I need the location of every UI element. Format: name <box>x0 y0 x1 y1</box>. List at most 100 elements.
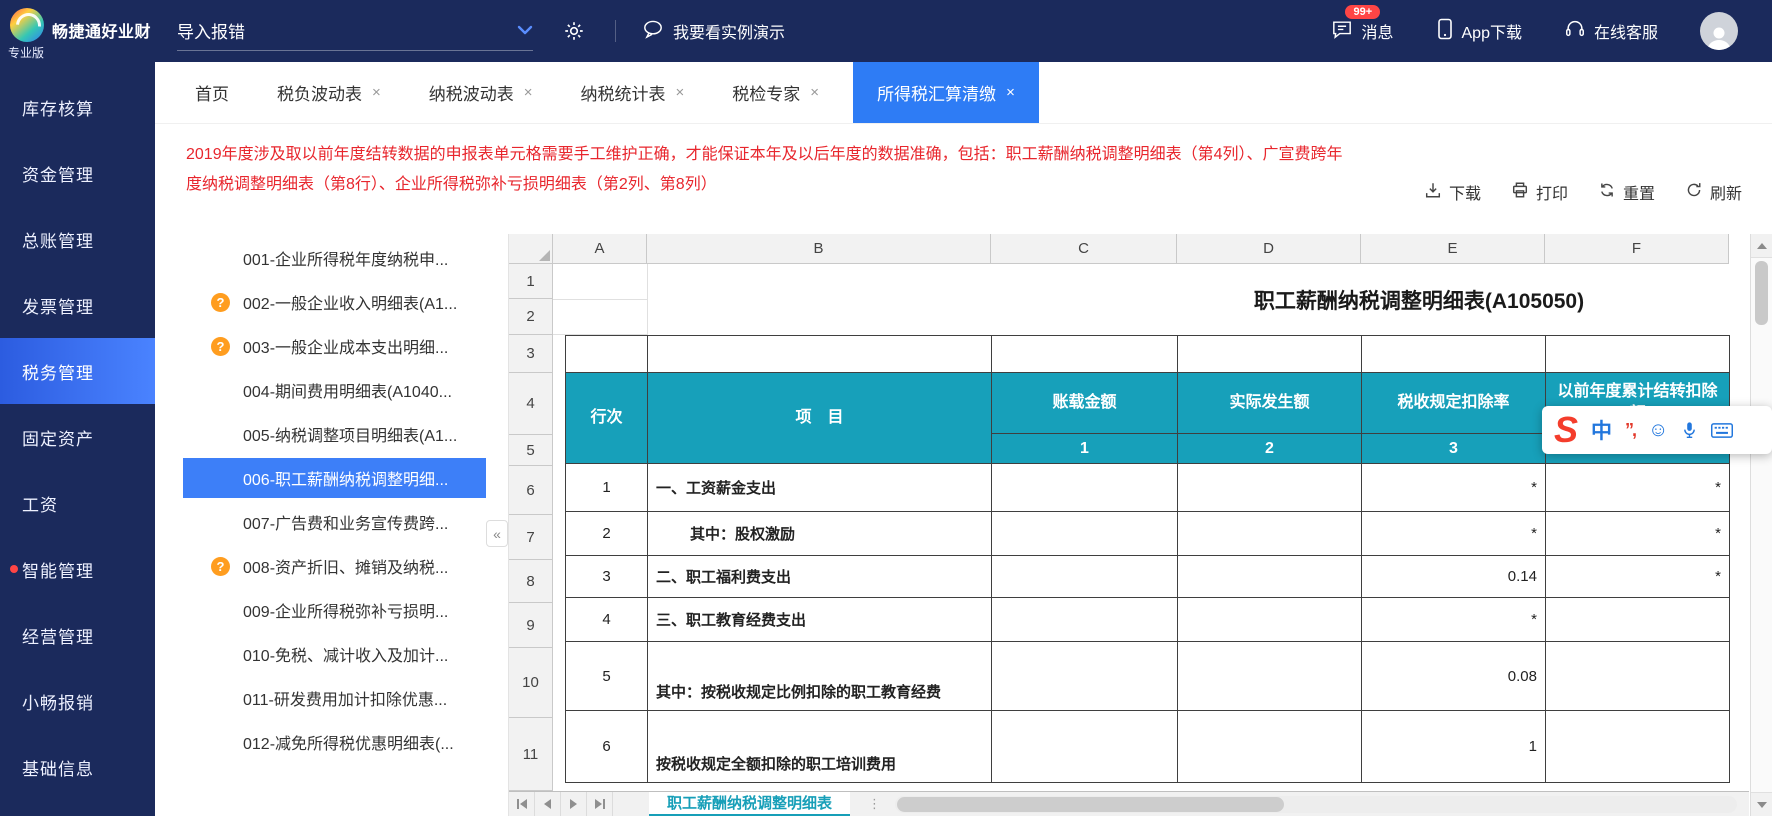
tab-tax-statistics[interactable]: 纳税统计表 × <box>567 62 699 123</box>
demo-link[interactable]: 我要看实例演示 <box>642 19 785 44</box>
tab-home[interactable]: 首页 <box>181 62 243 123</box>
cell[interactable] <box>1177 710 1362 783</box>
row-header-7[interactable]: 7 <box>509 515 553 560</box>
report-item-007[interactable]: 007-广告费和业务宣传费跨... <box>155 500 508 544</box>
row-header-3[interactable]: 3 <box>509 335 553 373</box>
row-header-5[interactable]: 5 <box>509 435 553 466</box>
cell[interactable] <box>991 641 1178 711</box>
tab-income-tax-settlement[interactable]: 所得税汇算清缴 × <box>853 62 1039 123</box>
cell[interactable] <box>991 597 1178 642</box>
collapse-panel-button[interactable]: « <box>486 520 508 547</box>
row-header-4[interactable]: 4 <box>509 373 553 435</box>
ime-chinese-mode-icon[interactable]: 中 <box>1591 415 1612 445</box>
scroll-down-button[interactable] <box>1751 792 1772 816</box>
ime-mic-icon[interactable] <box>1681 421 1698 440</box>
cell-value[interactable]: * <box>1361 511 1546 556</box>
vertical-scrollbar[interactable] <box>1750 234 1772 816</box>
close-icon[interactable]: × <box>676 84 685 101</box>
close-icon[interactable]: × <box>372 84 381 101</box>
report-item-002[interactable]: ? 002-一般企业收入明细表(A1... <box>155 280 508 324</box>
header-cell-row-no[interactable]: 行次 <box>565 372 648 464</box>
cell-row-no[interactable]: 2 <box>565 511 648 556</box>
report-item-001[interactable]: 001-企业所得税年度纳税申... <box>155 236 508 280</box>
subheader-cell[interactable]: 1 <box>991 433 1178 464</box>
tab-tax-inspection-expert[interactable]: 税检专家 × <box>718 62 833 123</box>
sidebar-item-tax-management[interactable]: 税务管理 <box>0 338 155 404</box>
horizontal-scrollbar[interactable] <box>895 795 1737 813</box>
cell[interactable] <box>1177 597 1362 642</box>
column-header-b[interactable]: B <box>647 234 991 264</box>
help-icon[interactable]: ? <box>211 556 230 576</box>
sheet-nav-first-button[interactable] <box>509 792 535 816</box>
sidebar-item-invoice-management[interactable]: 发票管理 <box>0 272 155 338</box>
horizontal-scrollbar-thumb[interactable] <box>897 796 1285 812</box>
close-icon[interactable]: × <box>524 84 533 101</box>
print-button[interactable]: 打印 <box>1511 180 1568 204</box>
cell[interactable] <box>1545 335 1730 373</box>
messages-button[interactable]: 99+ 消息 <box>1331 4 1394 44</box>
report-item-004[interactable]: 004-期间费用明细表(A1040... <box>155 368 508 412</box>
cell[interactable] <box>1177 511 1362 556</box>
cell[interactable] <box>991 335 1178 373</box>
reset-button[interactable]: 重置 <box>1598 180 1655 204</box>
report-item-012[interactable]: 012-减免所得税优惠明细表(... <box>155 720 508 764</box>
report-item-010[interactable]: 010-免税、减计收入及加计... <box>155 632 508 676</box>
close-icon[interactable]: × <box>1006 84 1015 101</box>
select-all-corner[interactable] <box>509 234 553 264</box>
cell[interactable] <box>991 511 1178 556</box>
header-cell-actual-amount[interactable]: 实际发生额 <box>1177 372 1362 434</box>
cell-value[interactable]: * <box>1545 511 1730 556</box>
cell[interactable] <box>991 463 1178 512</box>
sidebar-item-general-ledger[interactable]: 总账管理 <box>0 206 155 272</box>
row-header-6[interactable]: 6 <box>509 466 553 515</box>
header-cell-book-amount[interactable]: 账载金额 <box>991 372 1178 434</box>
splitter-handle-icon[interactable]: ⋮ <box>868 796 881 812</box>
subheader-cell[interactable]: 2 <box>1177 433 1362 464</box>
cell-value[interactable] <box>1545 641 1730 711</box>
cell[interactable] <box>647 335 992 373</box>
sidebar-item-expense-reimbursement[interactable]: 小畅报销 <box>0 668 155 734</box>
column-header-d[interactable]: D <box>1177 234 1361 264</box>
close-icon[interactable]: × <box>810 84 819 101</box>
report-item-008[interactable]: ? 008-资产折旧、摊销及纳税... <box>155 544 508 588</box>
row-header-8[interactable]: 8 <box>509 560 553 603</box>
sheet-title[interactable]: 职工薪酬纳税调整明细表(A105050) <box>1109 266 1729 334</box>
cell-row-no[interactable]: 6 <box>565 710 648 783</box>
report-item-009[interactable]: 009-企业所得税弥补亏损明... <box>155 588 508 632</box>
cell-row-no[interactable]: 1 <box>565 463 648 512</box>
row-header-10[interactable]: 10 <box>509 648 553 718</box>
sidebar-item-payroll[interactable]: 工资 <box>0 470 155 536</box>
cell-item[interactable]: 三、职工教育经费支出 <box>647 597 992 642</box>
cell-value[interactable]: * <box>1361 463 1546 512</box>
import-error-dropdown[interactable]: 导入报错 <box>177 11 533 51</box>
tab-tax-burden-fluctuation[interactable]: 税负波动表 × <box>263 62 395 123</box>
cell-item[interactable]: 一、工资薪金支出 <box>647 463 992 512</box>
online-service-button[interactable]: 在线客服 <box>1564 18 1658 44</box>
ime-keyboard-icon[interactable] <box>1711 422 1734 438</box>
row-header-11[interactable]: 11 <box>509 718 553 791</box>
scroll-up-button[interactable] <box>1751 234 1772 258</box>
report-item-006[interactable]: 006-职工薪酬纳税调整明细... <box>155 456 508 500</box>
cell-value[interactable]: 1 <box>1361 710 1546 783</box>
row-header-1[interactable]: 1 <box>509 264 553 299</box>
sidebar-item-funds-management[interactable]: 资金管理 <box>0 140 155 206</box>
cell-value[interactable]: * <box>1361 597 1546 642</box>
cell[interactable] <box>1177 641 1362 711</box>
cell-row-no[interactable]: 4 <box>565 597 648 642</box>
help-icon[interactable]: ? <box>211 292 230 312</box>
header-cell-deduction-rate[interactable]: 税收规定扣除率 <box>1361 372 1546 434</box>
download-button[interactable]: 下载 <box>1424 180 1481 204</box>
tab-tax-payment-fluctuation[interactable]: 纳税波动表 × <box>415 62 547 123</box>
cell[interactable] <box>1177 335 1362 373</box>
cell-value[interactable] <box>1545 710 1730 783</box>
sidebar-item-smart-management[interactable]: 智能管理 <box>0 536 155 602</box>
cell-item[interactable]: 按税收规定全额扣除的职工培训费用 <box>647 710 992 783</box>
vertical-scrollbar-thumb[interactable] <box>1755 261 1768 325</box>
report-item-011[interactable]: 011-研发费用加计扣除优惠... <box>155 676 508 720</box>
cell-item[interactable]: 其中：按税收规定比例扣除的职工教育经费 <box>647 641 992 711</box>
sogou-logo-icon[interactable]: S <box>1554 412 1578 448</box>
cell[interactable] <box>991 555 1178 598</box>
cell-item[interactable]: 其中：股权激励 <box>647 511 992 556</box>
ime-emoji-icon[interactable]: ☺ <box>1648 419 1668 442</box>
sidebar-item-base-info[interactable]: 基础信息 <box>0 734 155 800</box>
